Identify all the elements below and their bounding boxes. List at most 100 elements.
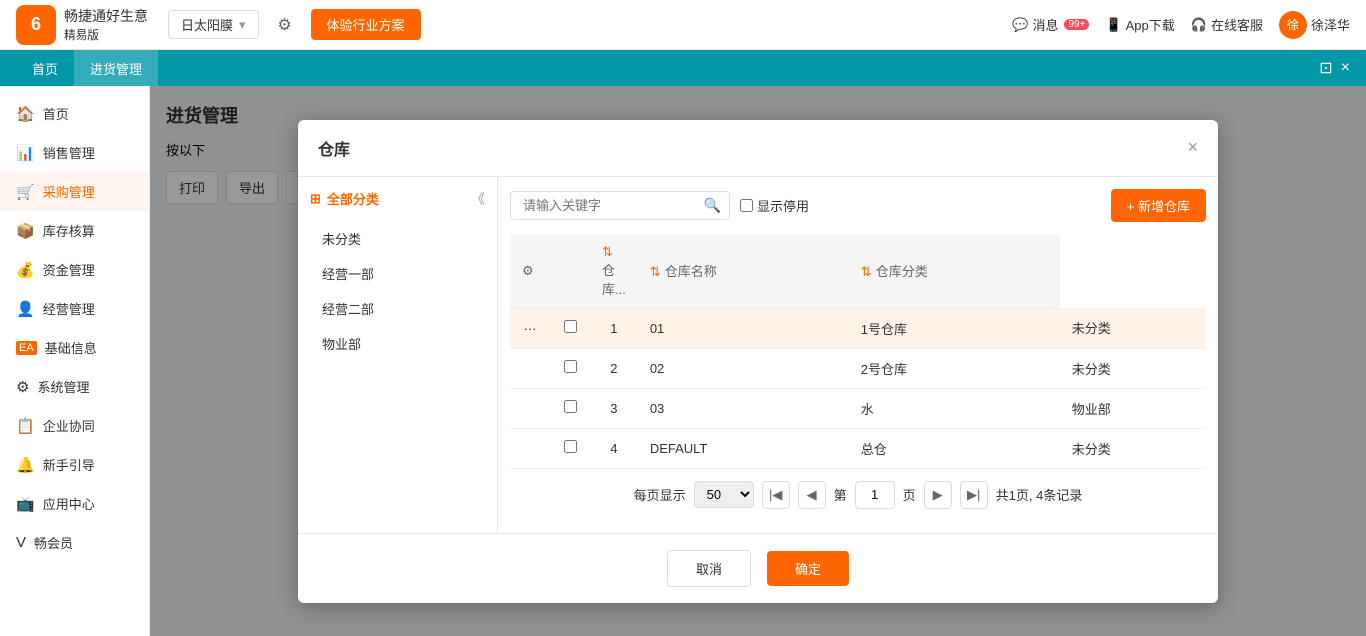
row-checkbox[interactable] — [564, 400, 577, 413]
row-checkbox[interactable] — [564, 360, 577, 373]
total-label: 共1页, 4条记录 — [996, 485, 1083, 504]
row-code: 02 — [638, 348, 849, 388]
modal-header: 仓库 × — [298, 120, 1218, 177]
per-page-select[interactable]: 50 100 — [694, 481, 754, 508]
table-panel: 🔍 显示停用 + 新增仓库 ⚙ — [498, 177, 1218, 533]
close-icon[interactable]: × — [1341, 59, 1350, 77]
sidebar-item-label: 系统管理 — [37, 377, 89, 396]
category-header: ⊞ 全部分类 《 — [310, 189, 485, 209]
add-warehouse-button[interactable]: + 新增仓库 — [1111, 189, 1206, 222]
sidebar-item-app-center[interactable]: 📺 应用中心 — [0, 484, 149, 523]
page-unit: 页 — [903, 485, 916, 504]
user-menu[interactable]: 徐 徐泽华 — [1279, 11, 1350, 39]
sidebar-item-basic-info[interactable]: EA 基础信息 — [0, 328, 149, 367]
table-header-category: ⇅仓库分类 — [849, 234, 1060, 309]
row-category: 未分类 — [1060, 428, 1206, 468]
row-check[interactable] — [550, 348, 590, 388]
show-disabled-checkbox[interactable]: 显示停用 — [740, 196, 809, 215]
message-button[interactable]: 💬 消息 99+ — [1012, 15, 1089, 34]
store-selector[interactable]: 日太阳膜 ▾ — [168, 10, 259, 39]
first-page-button[interactable]: |◀ — [762, 481, 790, 509]
guide-icon: 🔔 — [16, 456, 35, 474]
per-page-label: 每页显示 — [634, 485, 686, 504]
topbar-right: 💬 消息 99+ 📱 App下载 🎧 在线客服 徐 徐泽华 — [1012, 11, 1350, 39]
restore-icon[interactable]: ⊡ — [1319, 58, 1332, 78]
sidebar-item-inventory[interactable]: 📦 库存核算 — [0, 211, 149, 250]
dropdown-arrow-icon: ▾ — [239, 17, 246, 33]
app-center-icon: 📺 — [16, 495, 35, 513]
app-download-button[interactable]: 📱 App下载 — [1105, 15, 1174, 34]
sidebar-item-sales[interactable]: 📊 销售管理 — [0, 133, 149, 172]
row-gear — [510, 348, 550, 388]
headset-icon: 🎧 — [1191, 17, 1207, 33]
confirm-button[interactable]: 确定 — [767, 551, 849, 586]
user-name: 徐泽华 — [1311, 15, 1350, 34]
sidebar-item-member[interactable]: V 畅会员 — [0, 523, 149, 562]
topbar: 6 畅捷通好生意精易版 日太阳膜 ▾ ⚙ 体验行业方案 💬 消息 99+ 📱 A… — [0, 0, 1366, 50]
row-checkbox[interactable] — [564, 320, 577, 333]
category-item-ops1[interactable]: 经营一部 — [310, 256, 485, 291]
search-box[interactable]: 🔍 — [510, 191, 730, 220]
sort-icon: ⇅ — [861, 264, 872, 279]
table-row[interactable]: 2 02 2号仓库 未分类 — [510, 348, 1206, 388]
app-icon: 📱 — [1105, 17, 1121, 33]
sidebar-item-label: 库存核算 — [43, 221, 95, 240]
last-page-button[interactable]: ▶| — [960, 481, 988, 509]
try-industry-button[interactable]: 体验行业方案 — [311, 9, 421, 40]
row-check[interactable] — [550, 428, 590, 468]
settings-icon[interactable]: ⚙ — [269, 9, 301, 41]
sidebar-item-label: 企业协同 — [43, 416, 95, 435]
sidebar-item-operations[interactable]: 👤 经营管理 — [0, 289, 149, 328]
purchase-icon: 🛒 — [16, 183, 35, 201]
row-check[interactable] — [550, 308, 590, 348]
page-input[interactable] — [855, 481, 895, 509]
category-item-uncategorized[interactable]: 未分类 — [310, 221, 485, 256]
inventory-icon: 📦 — [16, 222, 35, 240]
sidebar-item-system[interactable]: ⚙ 系统管理 — [0, 367, 149, 406]
row-check[interactable] — [550, 388, 590, 428]
search-input[interactable] — [519, 192, 704, 219]
online-service-button[interactable]: 🎧 在线客服 — [1191, 15, 1263, 34]
modal-title: 仓库 — [318, 136, 350, 160]
system-icon: ⚙ — [16, 378, 29, 396]
sidebar-item-label: 畅会员 — [34, 533, 73, 552]
prev-page-button[interactable]: ◀ — [798, 481, 826, 509]
search-icon[interactable]: 🔍 — [704, 197, 721, 214]
cancel-button[interactable]: 取消 — [667, 550, 751, 587]
next-page-button[interactable]: ▶ — [924, 481, 952, 509]
table-toolbar: 🔍 显示停用 + 新增仓库 — [510, 189, 1206, 222]
warehouse-modal: 仓库 × ⊞ 全部分类 《 未 — [298, 120, 1218, 603]
sales-icon: 📊 — [16, 144, 35, 162]
tab-purchase[interactable]: 进货管理 — [74, 50, 158, 86]
category-item-property[interactable]: 物业部 — [310, 326, 485, 361]
sidebar-item-label: 新手引导 — [43, 455, 95, 474]
table-row[interactable]: 3 03 水 物业部 — [510, 388, 1206, 428]
category-collapse-button[interactable]: 《 — [471, 189, 485, 209]
grid-icon: ⊞ — [310, 191, 321, 207]
table-header-code: ⇅仓库... — [590, 234, 638, 309]
all-category-button[interactable]: ⊞ 全部分类 — [310, 189, 379, 208]
row-gear — [510, 428, 550, 468]
sidebar-item-guide[interactable]: 🔔 新手引导 — [0, 445, 149, 484]
sidebar-item-label: 资金管理 — [43, 260, 95, 279]
table-row[interactable]: 4 DEFAULT 总仓 未分类 — [510, 428, 1206, 468]
logo: 6 — [16, 5, 56, 45]
category-item-ops2[interactable]: 经营二部 — [310, 291, 485, 326]
row-category: 未分类 — [1060, 308, 1206, 348]
page-label: 第 — [834, 485, 847, 504]
table-row[interactable]: ··· 1 01 1号仓库 未分类 — [510, 308, 1206, 348]
category-panel: ⊞ 全部分类 《 未分类 经营一部 经营二部 物业部 — [298, 177, 498, 533]
sidebar-item-purchase[interactable]: 🛒 采购管理 — [0, 172, 149, 211]
table-header-name: ⇅仓库名称 — [638, 234, 849, 309]
sidebar-item-finance[interactable]: 💰 资金管理 — [0, 250, 149, 289]
modal-close-button[interactable]: × — [1187, 137, 1198, 158]
sidebar-item-home[interactable]: 🏠 首页 — [0, 94, 149, 133]
message-badge: 99+ — [1064, 19, 1089, 30]
show-disabled-input[interactable] — [740, 199, 753, 212]
sidebar-item-label: 采购管理 — [43, 182, 95, 201]
tab-home[interactable]: 首页 — [16, 50, 74, 86]
sidebar-item-enterprise[interactable]: 📋 企业协同 — [0, 406, 149, 445]
row-checkbox[interactable] — [564, 440, 577, 453]
row-name: 1号仓库 — [849, 308, 1060, 348]
sidebar-item-label: 应用中心 — [43, 494, 95, 513]
